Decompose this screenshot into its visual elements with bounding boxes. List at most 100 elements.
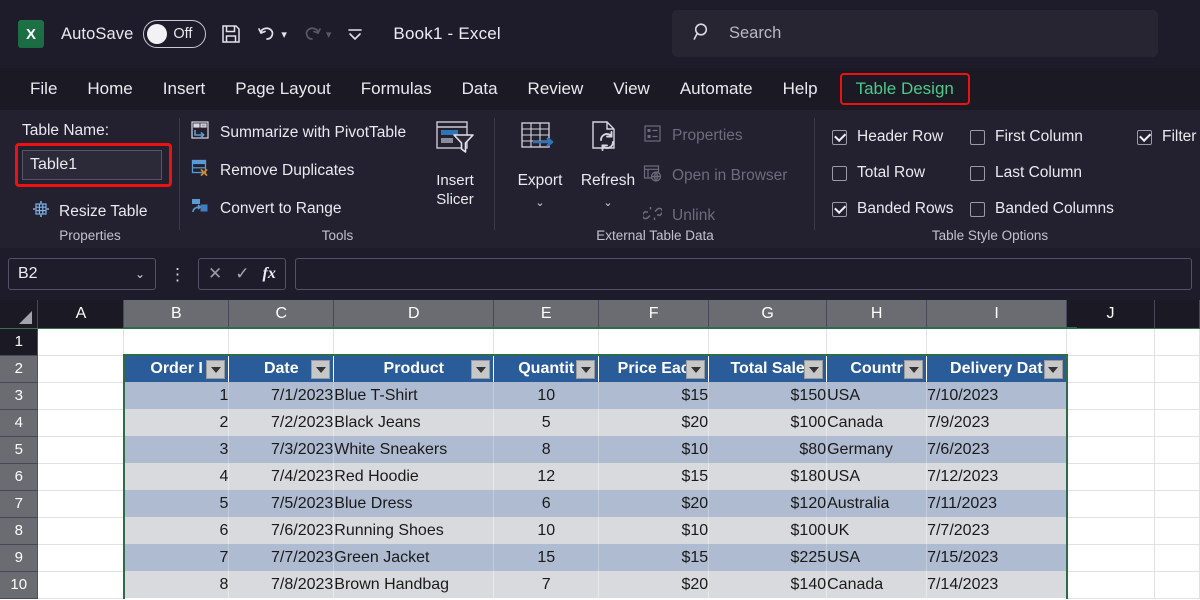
cell-quantity[interactable]: 6 <box>494 490 599 517</box>
autosave-toggle[interactable]: Off <box>143 20 206 48</box>
cell-delivery[interactable]: 7/14/2023 <box>927 571 1067 598</box>
refresh-button[interactable]: Refresh ⌄ <box>575 120 641 209</box>
cell-delivery[interactable]: 7/12/2023 <box>927 463 1067 490</box>
checkbox-filter-box[interactable] <box>1137 130 1152 145</box>
cell-date[interactable]: 7/5/2023 <box>229 490 334 517</box>
cell-quantity[interactable]: 7 <box>494 571 599 598</box>
cell-quantity[interactable]: 15 <box>494 544 599 571</box>
column-header-e[interactable]: E <box>494 300 599 328</box>
cell-f1[interactable] <box>599 328 709 355</box>
cell-overflow-2[interactable] <box>1154 355 1199 382</box>
filter-button-product[interactable] <box>471 360 490 379</box>
row-header-7[interactable]: 7 <box>0 490 38 517</box>
cell-total[interactable]: $180 <box>709 463 827 490</box>
filter-button-quantity[interactable] <box>576 360 595 379</box>
filter-button-date[interactable] <box>311 360 330 379</box>
cell-overflow-3[interactable] <box>1154 382 1199 409</box>
checkbox-total-row-box[interactable] <box>832 166 847 181</box>
tab-file[interactable]: File <box>30 76 57 102</box>
customize-quick-access-toolbar-button[interactable] <box>345 24 365 44</box>
checkbox-banded-columns-box[interactable] <box>970 202 985 217</box>
cell-total[interactable]: $100 <box>709 517 827 544</box>
table-header-order-id[interactable]: Order I <box>124 355 229 382</box>
cell-j10[interactable] <box>1067 571 1155 598</box>
column-header-a[interactable]: A <box>38 300 124 328</box>
cell-product[interactable]: Blue Dress <box>334 490 494 517</box>
checkbox-banded-columns[interactable]: Banded Columns <box>970 200 1114 218</box>
resize-table-button[interactable]: Resize Table <box>32 200 147 223</box>
cell-order-id[interactable]: 8 <box>124 571 229 598</box>
cell-date[interactable]: 7/2/2023 <box>229 409 334 436</box>
cell-delivery[interactable]: 7/7/2023 <box>927 517 1067 544</box>
row-header-9[interactable]: 9 <box>0 544 38 571</box>
cell-j4[interactable] <box>1067 409 1155 436</box>
redo-button[interactable]: ▾ <box>301 23 332 45</box>
table-header-delivery-date[interactable]: Delivery Dat <box>927 355 1067 382</box>
checkbox-header-row[interactable]: Header Row <box>832 128 943 146</box>
cell-price[interactable]: $20 <box>599 490 709 517</box>
checkbox-header-row-box[interactable] <box>832 130 847 145</box>
redo-dropdown-caret-icon[interactable]: ▾ <box>326 28 332 41</box>
row-header-8[interactable]: 8 <box>0 517 38 544</box>
checkbox-total-row[interactable]: Total Row <box>832 164 925 182</box>
cell-j1[interactable] <box>1067 328 1155 355</box>
cell-price[interactable]: $20 <box>599 409 709 436</box>
filter-button-total-sales[interactable] <box>804 360 823 379</box>
more-options-icon[interactable]: ⋮ <box>169 266 186 283</box>
cell-date[interactable]: 7/7/2023 <box>229 544 334 571</box>
cell-j5[interactable] <box>1067 436 1155 463</box>
cell-delivery[interactable]: 7/11/2023 <box>927 490 1067 517</box>
column-header-b[interactable]: B <box>124 300 229 328</box>
cell-date[interactable]: 7/1/2023 <box>229 382 334 409</box>
export-button[interactable]: Export ⌄ <box>507 120 573 209</box>
cell-quantity[interactable]: 10 <box>494 382 599 409</box>
convert-to-range-button[interactable]: Convert to Range <box>190 196 342 221</box>
filter-button-price-each[interactable] <box>686 360 705 379</box>
refresh-dropdown-caret-icon[interactable]: ⌄ <box>603 196 612 209</box>
cell-product[interactable]: White Sneakers <box>334 436 494 463</box>
cell-quantity[interactable]: 5 <box>494 409 599 436</box>
checkbox-first-column[interactable]: First Column <box>970 128 1083 146</box>
cell-h1[interactable] <box>827 328 927 355</box>
cell-price[interactable]: $10 <box>599 517 709 544</box>
cell-price[interactable]: $15 <box>599 544 709 571</box>
cell-country[interactable]: Germany <box>827 436 927 463</box>
cell-country[interactable]: Canada <box>827 571 927 598</box>
insert-function-icon[interactable]: fx <box>263 265 276 283</box>
cell-quantity[interactable]: 10 <box>494 517 599 544</box>
cell-order-id[interactable]: 3 <box>124 436 229 463</box>
cell-a2[interactable] <box>38 355 124 382</box>
cell-d1[interactable] <box>334 328 494 355</box>
cell-date[interactable]: 7/6/2023 <box>229 517 334 544</box>
cell-quantity[interactable]: 8 <box>494 436 599 463</box>
tab-automate[interactable]: Automate <box>680 76 753 102</box>
cell-overflow-10[interactable] <box>1154 571 1199 598</box>
table-header-product[interactable]: Product <box>334 355 494 382</box>
table-header-total-sales[interactable]: Total Sale <box>709 355 827 382</box>
checkbox-banded-rows[interactable]: Banded Rows <box>832 200 954 218</box>
cell-e1[interactable] <box>494 328 599 355</box>
filter-button-delivery-date[interactable] <box>1044 360 1063 379</box>
cell-overflow-8[interactable] <box>1154 517 1199 544</box>
column-header-j[interactable]: J <box>1067 300 1155 328</box>
cancel-formula-icon[interactable]: ✕ <box>208 264 222 284</box>
cell-overflow-9[interactable] <box>1154 544 1199 571</box>
cell-a6[interactable] <box>38 463 124 490</box>
row-header-10[interactable]: 10 <box>0 571 38 598</box>
checkbox-banded-rows-box[interactable] <box>832 202 847 217</box>
row-header-1[interactable]: 1 <box>0 328 38 355</box>
filter-button-country[interactable] <box>904 360 923 379</box>
cell-country[interactable]: Canada <box>827 409 927 436</box>
cell-b1[interactable] <box>124 328 229 355</box>
cell-a3[interactable] <box>38 382 124 409</box>
undo-dropdown-caret-icon[interactable]: ▾ <box>281 28 287 41</box>
row-header-6[interactable]: 6 <box>0 463 38 490</box>
cell-country[interactable]: USA <box>827 382 927 409</box>
cell-delivery[interactable]: 7/6/2023 <box>927 436 1067 463</box>
remove-duplicates-button[interactable]: Remove Duplicates <box>190 158 354 183</box>
name-box[interactable]: B2 ⌄ <box>8 258 156 290</box>
cell-j9[interactable] <box>1067 544 1155 571</box>
cell-product[interactable]: Brown Handbag <box>334 571 494 598</box>
cell-product[interactable]: Red Hoodie <box>334 463 494 490</box>
tab-page-layout[interactable]: Page Layout <box>235 76 330 102</box>
